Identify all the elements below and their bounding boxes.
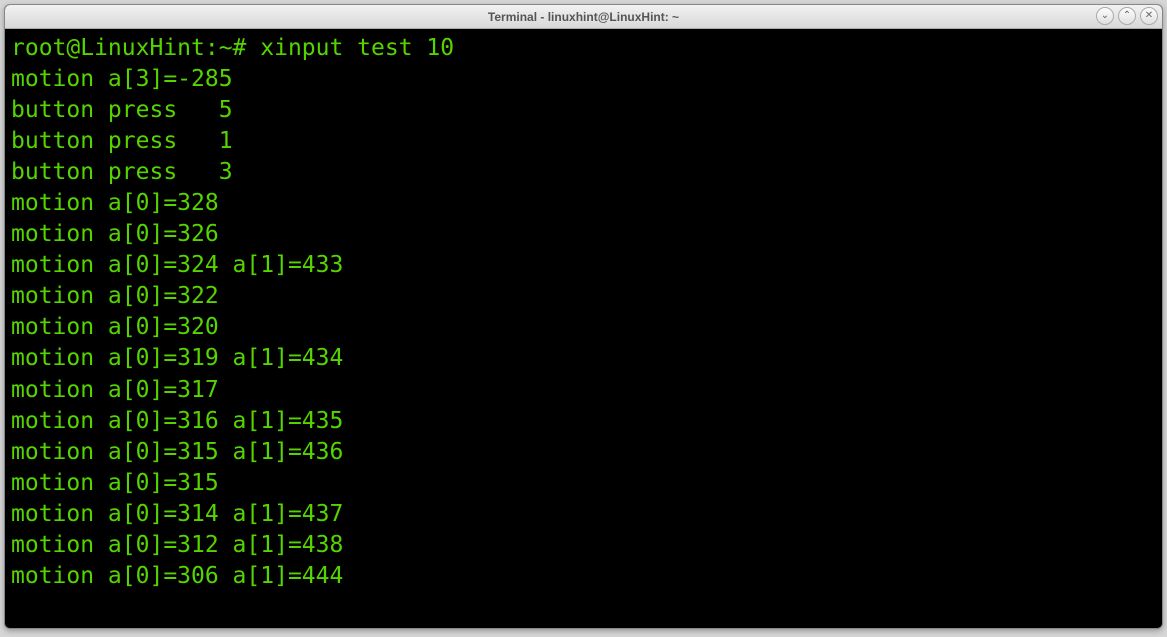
output-line: button press 3 [11, 159, 233, 185]
window-title: Terminal - linuxhint@LinuxHint: ~ [5, 10, 1162, 24]
window-controls: ⌄ ⌃ ✕ [1096, 7, 1158, 25]
output-line: motion a[0]=314 a[1]=437 [11, 501, 343, 527]
titlebar[interactable]: Terminal - linuxhint@LinuxHint: ~ ⌄ ⌃ ✕ [5, 5, 1162, 29]
minimize-button[interactable]: ⌄ [1096, 7, 1114, 25]
output-line: motion a[3]=-285 [11, 66, 233, 92]
output-line: motion a[0]=319 a[1]=434 [11, 345, 343, 371]
terminal-window: Terminal - linuxhint@LinuxHint: ~ ⌄ ⌃ ✕ … [4, 4, 1163, 629]
chevron-up-icon: ⌃ [1123, 11, 1131, 21]
terminal-body[interactable]: root@LinuxHint:~# xinput test 10 motion … [5, 29, 1162, 628]
maximize-button[interactable]: ⌃ [1118, 7, 1136, 25]
output-line: motion a[0]=324 a[1]=433 [11, 252, 343, 278]
shell-command: xinput test 10 [260, 35, 454, 61]
shell-prompt: root@LinuxHint:~# [11, 35, 260, 61]
chevron-down-icon: ⌄ [1101, 11, 1109, 21]
output-line: motion a[0]=312 a[1]=438 [11, 532, 343, 558]
output-line: motion a[0]=326 [11, 221, 219, 247]
close-icon: ✕ [1145, 11, 1153, 21]
output-line: motion a[0]=316 a[1]=435 [11, 408, 343, 434]
output-line: motion a[0]=315 [11, 470, 219, 496]
output-line: motion a[0]=320 [11, 314, 219, 340]
output-line: motion a[0]=317 [11, 377, 219, 403]
output-line: motion a[0]=306 a[1]=444 [11, 563, 343, 589]
output-line: button press 1 [11, 128, 233, 154]
output-line: motion a[0]=322 [11, 283, 219, 309]
close-button[interactable]: ✕ [1140, 7, 1158, 25]
output-line: motion a[0]=315 a[1]=436 [11, 439, 343, 465]
output-line: button press 5 [11, 97, 233, 123]
output-line: motion a[0]=328 [11, 190, 219, 216]
